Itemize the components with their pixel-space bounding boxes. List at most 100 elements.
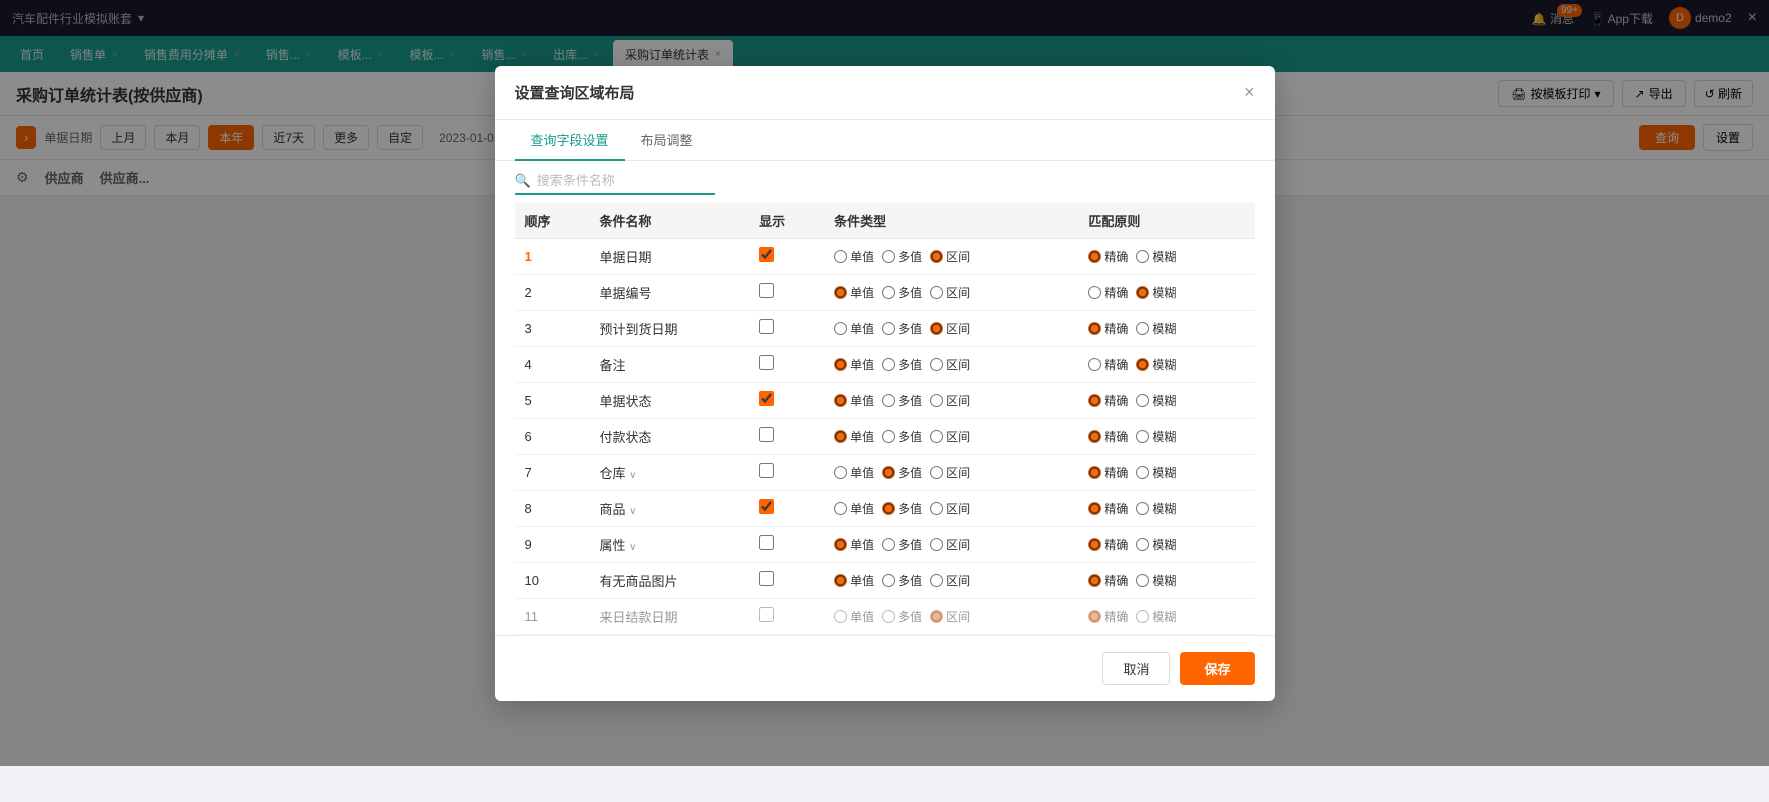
cell-display[interactable] [749, 310, 824, 346]
cell-name: 单据日期 [589, 238, 749, 274]
cell-name: 备注 [589, 346, 749, 382]
display-checkbox[interactable] [759, 499, 774, 514]
cell-type: 单值多值区间 [824, 274, 1078, 310]
display-checkbox[interactable] [759, 391, 774, 406]
cell-match: 精确模糊 [1078, 526, 1254, 562]
cell-order: 2 [515, 274, 590, 310]
table-row: 6付款状态 单值多值区间精确模糊 [515, 418, 1255, 454]
cell-display[interactable] [749, 346, 824, 382]
cell-name: 单据状态 [589, 382, 749, 418]
cell-match: 精确模糊 [1078, 418, 1254, 454]
display-checkbox[interactable] [759, 427, 774, 442]
save-btn[interactable]: 保存 [1180, 652, 1254, 685]
cell-name: 有无商品图片 [589, 562, 749, 598]
cell-order: 3 [515, 310, 590, 346]
cell-type: 单值多值区间 [824, 490, 1078, 526]
display-checkbox[interactable] [759, 355, 774, 370]
th-type: 条件类型 [824, 203, 1078, 239]
table-row: 2单据编号 单值多值区间精确模糊 [515, 274, 1255, 310]
th-name: 条件名称 [589, 203, 749, 239]
table-row: 11来日结款日期 单值多值区间精确模糊 [515, 598, 1255, 634]
th-order: 顺序 [515, 203, 590, 239]
modal-tab-layout-adjust[interactable]: 布局调整 [625, 120, 709, 161]
th-display: 显示 [749, 203, 824, 239]
cell-match: 精确模糊 [1078, 310, 1254, 346]
cell-type: 单值多值区间 [824, 346, 1078, 382]
cell-match: 精确模糊 [1078, 598, 1254, 634]
cell-display[interactable] [749, 454, 824, 490]
cancel-btn[interactable]: 取消 [1102, 652, 1170, 685]
cell-name: 预计到货日期 [589, 310, 749, 346]
cell-match: 精确模糊 [1078, 490, 1254, 526]
cell-display[interactable] [749, 562, 824, 598]
cell-name: 商品 ∨ [589, 490, 749, 526]
cell-type: 单值多值区间 [824, 454, 1078, 490]
display-checkbox[interactable] [759, 247, 774, 262]
modal-tab-query-fields[interactable]: 查询字段设置 [515, 120, 625, 161]
table-row: 3预计到货日期 单值多值区间精确模糊 [515, 310, 1255, 346]
modal-title: 设置查询区域布局 [515, 82, 635, 103]
cell-match: 精确模糊 [1078, 382, 1254, 418]
cell-order: 11 [515, 598, 590, 634]
cell-match: 精确模糊 [1078, 454, 1254, 490]
modal-footer: 取消 保存 [495, 635, 1275, 701]
cell-display[interactable] [749, 274, 824, 310]
table-row: 8商品 ∨ 单值多值区间精确模糊 [515, 490, 1255, 526]
table-row: 7仓库 ∨ 单值多值区间精确模糊 [515, 454, 1255, 490]
cell-type: 单值多值区间 [824, 598, 1078, 634]
display-checkbox[interactable] [759, 535, 774, 550]
cell-order: 7 [515, 454, 590, 490]
modal-close-btn[interactable]: × [1244, 83, 1255, 101]
cell-display[interactable] [749, 382, 824, 418]
cell-order: 10 [515, 562, 590, 598]
cell-order: 6 [515, 418, 590, 454]
cell-type: 单值多值区间 [824, 238, 1078, 274]
cell-order: 9 [515, 526, 590, 562]
modal-header: 设置查询区域布局 × [495, 66, 1275, 120]
cell-order: 8 [515, 490, 590, 526]
cell-display[interactable] [749, 238, 824, 274]
search-icon: 🔍 [515, 173, 531, 189]
cell-order: 1 [515, 238, 590, 274]
cell-display[interactable] [749, 526, 824, 562]
cell-name: 单据编号 [589, 274, 749, 310]
cell-name: 仓库 ∨ [589, 454, 749, 490]
cell-type: 单值多值区间 [824, 526, 1078, 562]
table-row: 5单据状态 单值多值区间精确模糊 [515, 382, 1255, 418]
cell-order: 5 [515, 382, 590, 418]
display-checkbox[interactable] [759, 607, 774, 622]
cell-name: 付款状态 [589, 418, 749, 454]
cell-name: 来日结款日期 [589, 598, 749, 634]
cell-match: 精确模糊 [1078, 346, 1254, 382]
display-checkbox[interactable] [759, 283, 774, 298]
cell-type: 单值多值区间 [824, 310, 1078, 346]
cell-display[interactable] [749, 418, 824, 454]
table-row: 1单据日期 单值多值区间精确模糊 [515, 238, 1255, 274]
modal-table-wrap: 顺序 条件名称 显示 条件类型 匹配原则 1单据日期单值多值区间精确模糊2单据编… [495, 203, 1275, 635]
cell-display[interactable] [749, 490, 824, 526]
cell-name: 属性 ∨ [589, 526, 749, 562]
table-row: 4备注 单值多值区间精确模糊 [515, 346, 1255, 382]
table-row: 10有无商品图片 单值多值区间精确模糊 [515, 562, 1255, 598]
settings-modal: 设置查询区域布局 × 查询字段设置 布局调整 🔍 顺序 [495, 66, 1275, 701]
cell-match: 精确模糊 [1078, 238, 1254, 274]
cell-order: 4 [515, 346, 590, 382]
display-checkbox[interactable] [759, 463, 774, 478]
cell-type: 单值多值区间 [824, 418, 1078, 454]
cell-type: 单值多值区间 [824, 562, 1078, 598]
cell-match: 精确模糊 [1078, 274, 1254, 310]
table-header-row: 顺序 条件名称 显示 条件类型 匹配原则 [515, 203, 1255, 239]
modal-search: 🔍 [495, 161, 1275, 203]
cell-type: 单值多值区间 [824, 382, 1078, 418]
th-match: 匹配原则 [1078, 203, 1254, 239]
search-input[interactable] [537, 173, 697, 188]
search-wrap: 🔍 [515, 173, 715, 195]
cell-match: 精确模糊 [1078, 562, 1254, 598]
display-checkbox[interactable] [759, 319, 774, 334]
modal-overlay: 设置查询区域布局 × 查询字段设置 布局调整 🔍 顺序 [0, 0, 1769, 766]
display-checkbox[interactable] [759, 571, 774, 586]
table-row: 9属性 ∨ 单值多值区间精确模糊 [515, 526, 1255, 562]
modal-tabs: 查询字段设置 布局调整 [495, 120, 1275, 161]
cell-display[interactable] [749, 598, 824, 634]
modal-table: 顺序 条件名称 显示 条件类型 匹配原则 1单据日期单值多值区间精确模糊2单据编… [515, 203, 1255, 635]
